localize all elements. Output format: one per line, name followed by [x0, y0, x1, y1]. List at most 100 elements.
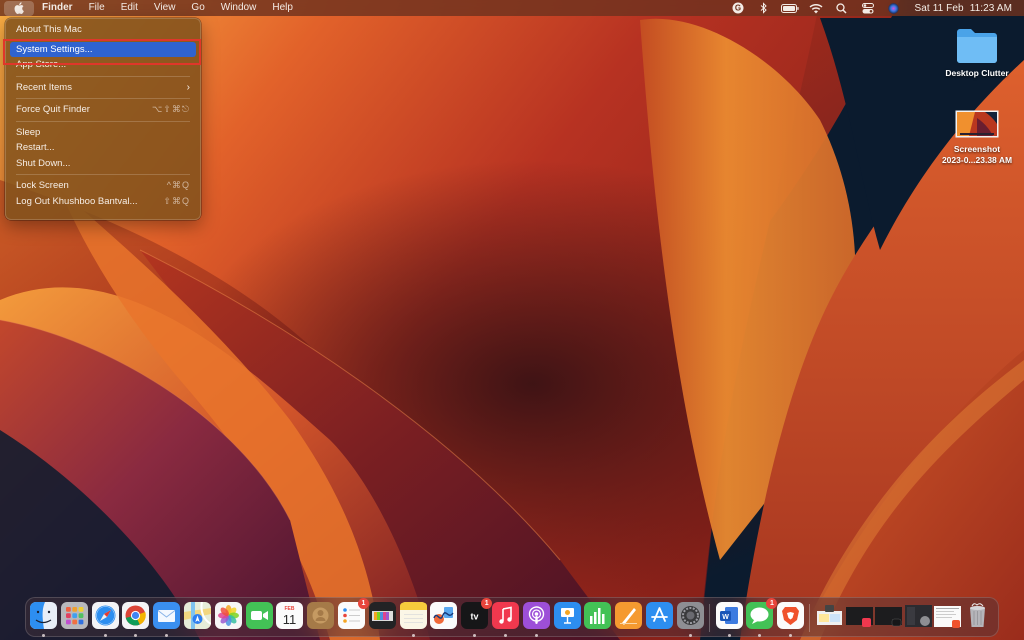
menu-item-sleep[interactable]: Sleep [10, 125, 196, 141]
dock-app-mail[interactable] [153, 602, 181, 629]
menu-item-system-settings[interactable]: System Settings... [10, 41, 196, 57]
safari-icon [91, 602, 119, 629]
dock-app-brave-browser[interactable] [777, 602, 805, 629]
battery-icon[interactable] [779, 0, 801, 16]
running-indicator [165, 634, 169, 637]
dock-app-numbers[interactable] [584, 602, 612, 629]
menu-item-label: App Store... [16, 59, 67, 70]
menu-item-label: About This Mac [16, 24, 82, 35]
menu-item-recent-items[interactable]: Recent Items › [10, 80, 196, 96]
wifi-icon[interactable] [805, 0, 827, 16]
menu-item-app-store[interactable]: App Store... [10, 57, 196, 73]
menu-item-shortcut: ⇧⌘Q [163, 195, 190, 206]
menu-item-shut-down[interactable]: Shut Down... [10, 156, 196, 172]
svg-text:11: 11 [283, 612, 297, 627]
window-thumbnail-icon [817, 605, 842, 625]
dock-app-apple-tv[interactable]: tv 1 [461, 598, 493, 629]
mail-icon [153, 602, 181, 629]
keynote-icon [553, 602, 581, 629]
window-thumbnail-icon [875, 607, 902, 627]
menu-item-label: Lock Screen [16, 180, 69, 191]
launchpad-icon [60, 602, 88, 629]
dock-app-safari[interactable] [91, 602, 119, 629]
facetime-icon [245, 602, 273, 629]
microsoft-word-icon: W [715, 602, 743, 629]
window-thumbnail-icon [904, 605, 932, 627]
dock-app-contacts[interactable] [307, 602, 335, 629]
menu-file[interactable]: File [81, 0, 113, 16]
svg-text:tv: tv [471, 612, 479, 622]
dock-app-keynote[interactable] [553, 602, 581, 629]
siri-icon[interactable] [883, 0, 905, 16]
window-thumbnail-icon [845, 607, 873, 627]
menu-item-label: Log Out Khushboo Bantval... [16, 195, 138, 207]
desktop-file-screenshot[interactable]: Screenshot 2023-0...23.38 AM [929, 110, 1024, 166]
dock-minimized-window[interactable] [875, 602, 902, 629]
dock-app-music[interactable] [492, 602, 519, 629]
dock-app-finder[interactable] [30, 602, 57, 629]
menu-item-label: System Settings... [16, 43, 93, 55]
dock-app-microsoft-word[interactable]: W [715, 602, 743, 629]
running-indicator [134, 634, 138, 637]
dock-app-google-chrome[interactable] [122, 602, 150, 629]
dock-minimized-window[interactable] [904, 602, 932, 629]
running-indicator [758, 634, 762, 637]
maps-icon [184, 602, 211, 629]
spotlight-search-icon[interactable] [831, 0, 853, 16]
dock-app-launchpad[interactable] [60, 602, 88, 629]
menu-view[interactable]: View [146, 0, 184, 16]
notification-badge: 1 [481, 598, 493, 609]
dock-trash[interactable] [964, 602, 991, 629]
dock-app-preview-widget[interactable] [368, 602, 396, 629]
menu-item-log-out[interactable]: Log Out Khushboo Bantval... ⇧⌘Q [10, 194, 196, 210]
running-indicator [473, 634, 477, 637]
desktop-icon-label: Desktop Clutter [945, 68, 1009, 78]
menu-item-lock-screen[interactable]: Lock Screen ^⌘Q [10, 178, 196, 194]
notification-badge: 1 [766, 598, 778, 609]
dock-minimized-window[interactable] [816, 602, 843, 629]
dock-app-facetime[interactable] [245, 602, 273, 629]
photos-icon [214, 602, 242, 629]
menu-item-about-this-mac[interactable]: About This Mac [10, 22, 196, 38]
menu-item-label: Shut Down... [16, 157, 71, 169]
dock-app-photos[interactable] [214, 602, 242, 629]
menu-finder[interactable]: Finder [34, 0, 81, 16]
bluetooth-icon[interactable] [753, 0, 775, 16]
notes-icon [399, 602, 427, 629]
dock-app-calendar[interactable]: FEB 11 [276, 602, 304, 629]
dock-minimized-window[interactable] [934, 602, 961, 629]
menu-bar-clock[interactable]: Sat 11 Feb 11:23 AM [915, 3, 1013, 14]
dock-separator [809, 604, 810, 632]
freeform-icon [430, 602, 458, 629]
menu-separator [16, 98, 190, 99]
control-center-icon[interactable] [857, 0, 879, 16]
dock-app-freeform[interactable] [430, 602, 458, 629]
music-icon [492, 602, 519, 629]
dock-app-podcasts[interactable] [522, 602, 550, 629]
desktop-folder-desktop-clutter[interactable]: Desktop Clutter [929, 26, 1024, 79]
menu-go[interactable]: Go [183, 0, 212, 16]
menu-item-label: Force Quit Finder [16, 104, 90, 115]
menu-item-shortcut: ⌥⇧⌘⎋ [151, 104, 190, 114]
menu-item-force-quit[interactable]: Force Quit Finder ⌥⇧⌘⎋ [10, 102, 196, 118]
dock-app-notes[interactable] [399, 602, 427, 629]
grammarly-icon[interactable]: G [727, 0, 749, 16]
dock-app-maps[interactable] [184, 602, 211, 629]
dock-app-system-settings[interactable] [676, 602, 704, 629]
menu-edit[interactable]: Edit [113, 0, 146, 16]
menu-window[interactable]: Window [213, 0, 265, 16]
dock-app-pages[interactable] [615, 602, 643, 629]
menu-item-restart[interactable]: Restart... [10, 140, 196, 156]
clock-time: 11:23 AM [969, 2, 1012, 14]
menu-item-label: Recent Items [16, 81, 72, 93]
podcasts-icon [522, 602, 550, 629]
menu-help[interactable]: Help [264, 0, 301, 16]
dock-app-reminders[interactable]: 1 [338, 598, 369, 629]
dock-app-messages[interactable]: 1 [746, 598, 778, 629]
apple-menu-dropdown: About This Mac System Settings... App St… [5, 18, 201, 220]
dock-app-app-store[interactable] [646, 602, 673, 629]
google-chrome-icon [122, 602, 150, 629]
apple-menu-button[interactable] [4, 0, 34, 16]
dock-minimized-window[interactable] [845, 602, 873, 629]
running-indicator [688, 634, 692, 637]
